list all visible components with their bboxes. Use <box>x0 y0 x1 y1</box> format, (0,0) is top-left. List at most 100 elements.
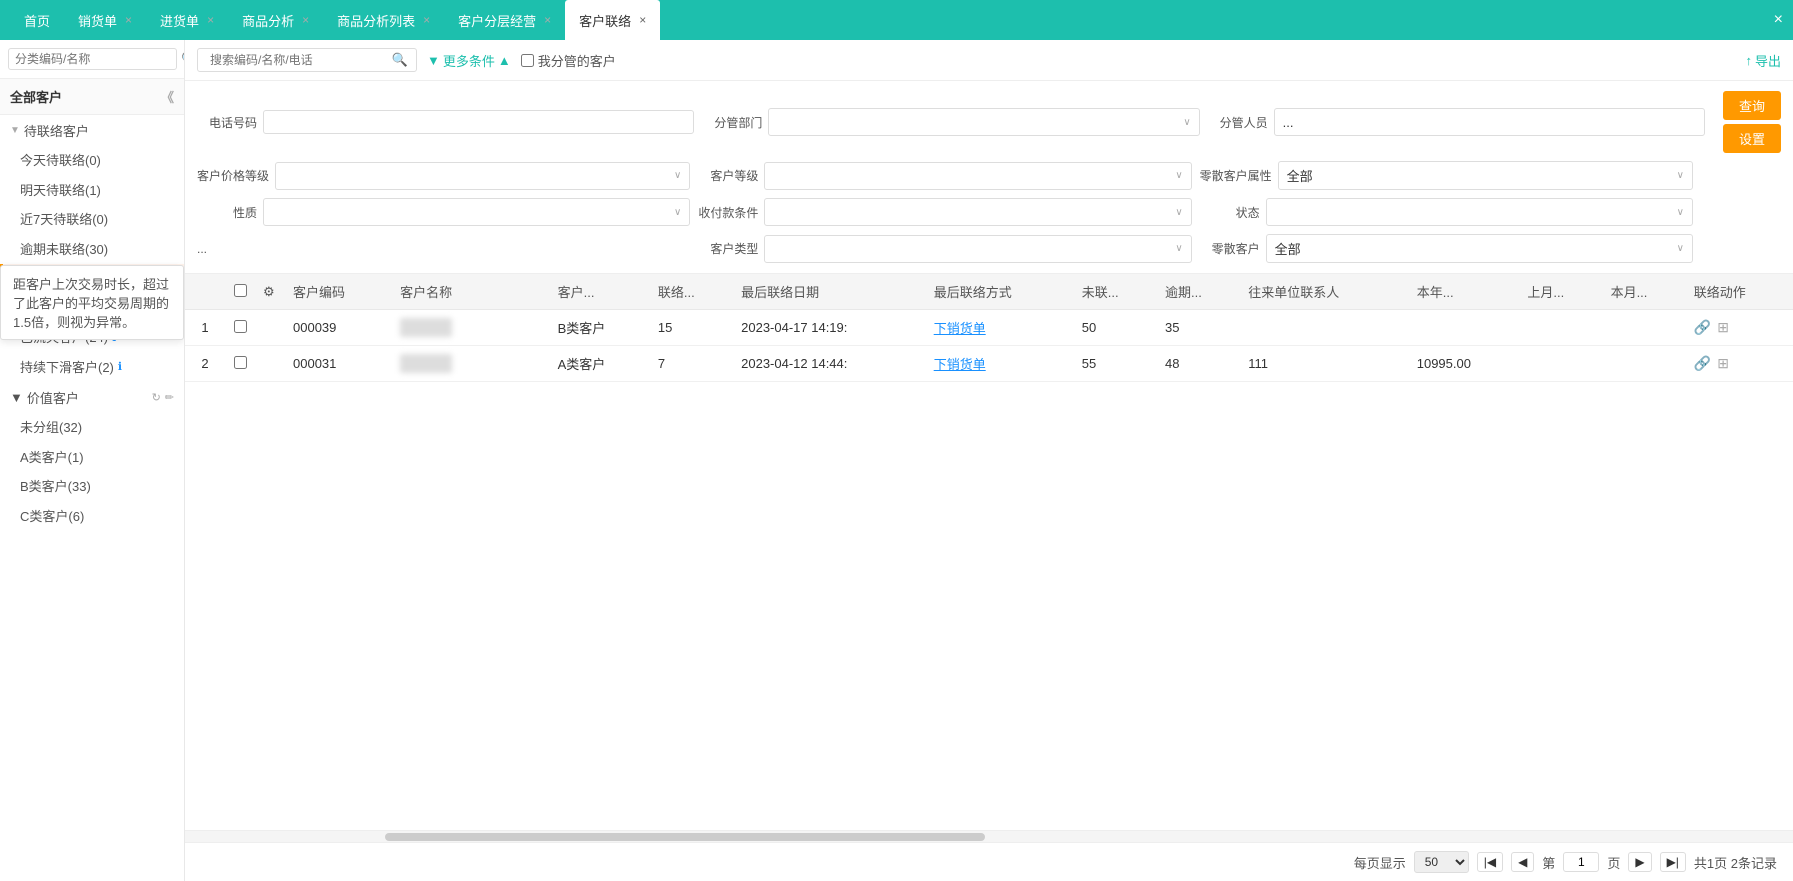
col-overdue: 逾期... <box>1157 274 1240 310</box>
set-button[interactable]: 设置 <box>1723 124 1781 153</box>
more-conditions-btn[interactable]: ▼ 更多条件 ▲ <box>427 51 511 70</box>
value-customer-refresh[interactable]: ↻ <box>152 391 161 404</box>
select-all-checkbox[interactable] <box>234 284 247 297</box>
nav-tab-customer-tier[interactable]: 客户分层经营 × <box>444 0 565 40</box>
per-page-label: 每页显示 <box>1354 853 1406 872</box>
cell-overdue: 35 <box>1157 310 1240 346</box>
value-customer-edit[interactable]: ✏ <box>165 391 174 404</box>
close-tab-customer-contact[interactable]: × <box>639 13 646 27</box>
cell-this-month <box>1603 346 1686 382</box>
filter-nature-select[interactable]: ∨ <box>263 198 690 226</box>
page-label2: 页 <box>1607 853 1620 872</box>
col-settings[interactable]: ⚙ <box>255 274 285 310</box>
cell-unit-contact: 111 <box>1240 346 1409 382</box>
cell-actions: 🔗 ⊞ <box>1686 346 1793 382</box>
nav-tab-customer-contact[interactable]: 客户联络 × <box>565 0 660 40</box>
export-icon: ↑ <box>1745 53 1752 68</box>
filter-price-grade-select[interactable]: ∨ <box>275 162 690 190</box>
sidebar-search-icon[interactable]: 🔍 <box>181 51 185 67</box>
export-button[interactable]: ↑ 导出 <box>1745 51 1781 70</box>
sidebar-item-class-b[interactable]: B类客户(33) <box>0 472 184 502</box>
filter-status-select[interactable]: ∨ <box>1266 198 1693 226</box>
page-number-input[interactable] <box>1563 852 1599 872</box>
filter-cust-grade-select[interactable]: ∨ <box>764 162 1191 190</box>
cell-not-contact: 50 <box>1074 310 1157 346</box>
filter-more-expand[interactable]: ... <box>197 242 207 256</box>
col-code: 客户编码 <box>285 274 392 310</box>
col-num <box>185 274 225 310</box>
cell-contact: 15 <box>650 310 733 346</box>
action-link-icon[interactable]: 🔗 <box>1694 355 1711 372</box>
last-method-link[interactable]: 下销货单 <box>934 357 986 372</box>
close-tab-customer-tier[interactable]: × <box>544 13 551 27</box>
nav-tab-product-analysis[interactable]: 商品分析 × <box>228 0 323 40</box>
last-method-link[interactable]: 下销货单 <box>934 321 986 336</box>
sidebar-item-class-c[interactable]: C类客户(6) <box>0 502 184 532</box>
close-tab-product-analysis[interactable]: × <box>302 13 309 27</box>
cell-this-year <box>1409 310 1520 346</box>
scroll-thumb[interactable] <box>385 833 985 841</box>
close-tab-sales[interactable]: × <box>125 13 132 27</box>
sidebar-item-tomorrow[interactable]: 明天待联络(1) <box>0 176 184 206</box>
next-page-btn[interactable]: ▶ <box>1628 852 1651 872</box>
search-input[interactable] <box>206 49 392 71</box>
cell-last-method[interactable]: 下销货单 <box>926 310 1074 346</box>
page-label: 第 <box>1542 853 1555 872</box>
nav-tab-purchase[interactable]: 进货单 × <box>146 0 228 40</box>
sidebar-item-declining[interactable]: 持续下滑客户(2) ℹ <box>0 353 184 383</box>
query-button[interactable]: 查询 <box>1723 91 1781 120</box>
filter-payment-select[interactable]: ∨ <box>764 198 1191 226</box>
cell-check[interactable] <box>225 346 255 382</box>
cell-name: 客户名称 <box>392 346 550 382</box>
col-contact: 联络... <box>650 274 733 310</box>
filter-manager-input[interactable]: ... <box>1274 108 1705 136</box>
action-grid-icon[interactable]: ⊞ <box>1717 355 1729 372</box>
per-page-select[interactable]: 50 20 100 <box>1414 851 1469 873</box>
sidebar-item-7days[interactable]: 近7天待联络(0) <box>0 205 184 235</box>
nav-tab-home[interactable]: 首页 <box>10 0 64 40</box>
filter-cust-type-select[interactable]: ∨ <box>764 235 1191 263</box>
row-checkbox-1[interactable] <box>234 356 247 369</box>
filter-cell-phone: 电话号码 <box>197 110 694 134</box>
sidebar-search-input[interactable] <box>8 48 177 70</box>
cell-check[interactable] <box>225 310 255 346</box>
pending-contact-group[interactable]: ▼ 待联络客户 <box>0 115 184 146</box>
sidebar-item-ungrouped[interactable]: 未分组(32) <box>0 413 184 443</box>
sidebar-item-today[interactable]: 今天待联络(0) <box>0 146 184 176</box>
my-customers-checkbox[interactable] <box>521 54 534 67</box>
sidebar-item-class-a[interactable]: A类客户(1) <box>0 443 184 473</box>
chevron-up-icon: ▲ <box>498 53 511 68</box>
table-body: 1 000039 客户名称 B类客户 15 2023-04-17 14:19: … <box>185 310 1793 382</box>
filter-scatter-attr-select[interactable]: 全部 ∨ <box>1278 161 1693 190</box>
close-all-tabs[interactable]: × <box>1774 11 1783 29</box>
horizontal-scrollbar[interactable] <box>185 830 1793 842</box>
total-label: 共1页 2条记录 <box>1694 853 1777 872</box>
my-customers-toggle[interactable]: 我分管的客户 <box>521 51 616 70</box>
table-settings-icon[interactable]: ⚙ <box>263 284 275 299</box>
nav-tab-sales[interactable]: 销货单 × <box>64 0 146 40</box>
filter-scatter-cust-select[interactable]: 全部 ∨ <box>1266 234 1693 263</box>
row-checkbox-0[interactable] <box>234 320 247 333</box>
cell-num: 1 <box>185 310 225 346</box>
search-wrap: 🔍 <box>197 48 417 72</box>
table-row: 1 000039 客户名称 B类客户 15 2023-04-17 14:19: … <box>185 310 1793 346</box>
sidebar-item-overdue[interactable]: 逾期未联络(30) <box>0 235 184 265</box>
filter-dept-select[interactable]: ∨ <box>768 108 1199 136</box>
filter-phone-input[interactable] <box>263 110 694 134</box>
close-tab-product-list[interactable]: × <box>423 13 430 27</box>
close-tab-purchase[interactable]: × <box>207 13 214 27</box>
cell-last-month <box>1519 346 1602 382</box>
filter-icon: ▼ <box>427 53 440 68</box>
collapse-all-customers[interactable]: 《 <box>161 87 174 106</box>
first-page-btn[interactable]: |◀ <box>1477 852 1503 872</box>
cell-last-method[interactable]: 下销货单 <box>926 346 1074 382</box>
value-customer-group[interactable]: ▼ 价值客户 ↻ ✏ <box>0 382 184 413</box>
search-icon: 🔍 <box>392 52 408 68</box>
nav-tab-product-list[interactable]: 商品分析列表 × <box>323 0 444 40</box>
advanced-filter: 电话号码 分管部门 ∨ 分管人员 ... 查询 设置 <box>185 81 1793 274</box>
last-page-btn[interactable]: ▶| <box>1660 852 1686 872</box>
cell-num: 2 <box>185 346 225 382</box>
action-grid-icon[interactable]: ⊞ <box>1717 319 1729 336</box>
action-link-icon[interactable]: 🔗 <box>1694 319 1711 336</box>
prev-page-btn[interactable]: ◀ <box>1511 852 1534 872</box>
